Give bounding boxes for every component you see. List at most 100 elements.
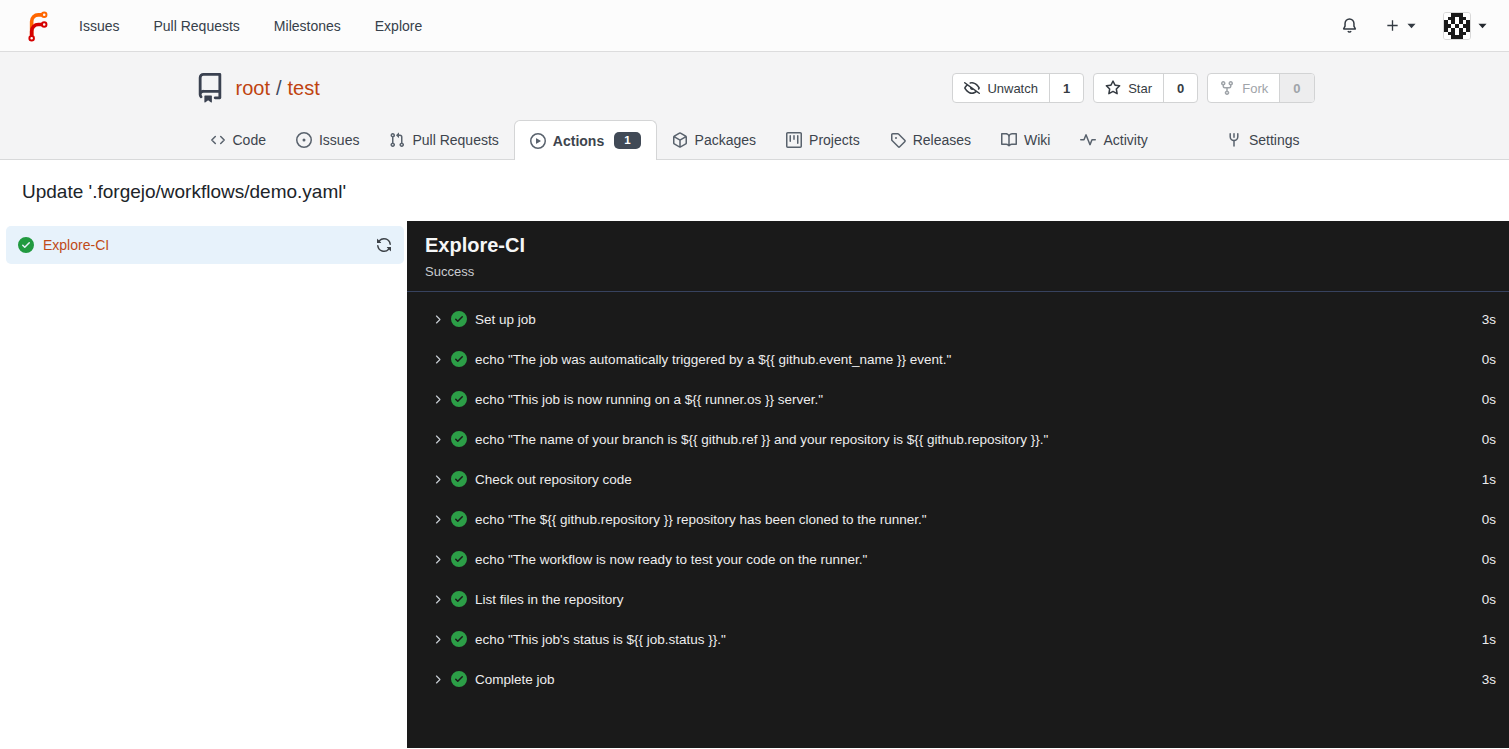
job-log-header: Explore-CI Success	[407, 221, 1509, 292]
job-item-explore-ci[interactable]: Explore-CI	[6, 226, 404, 264]
step-row[interactable]: Set up job 3s	[407, 299, 1509, 339]
step-duration: 1s	[1482, 632, 1496, 647]
step-name: echo "The job was automatically triggere…	[475, 352, 951, 367]
step-duration: 0s	[1482, 352, 1496, 367]
step-success-icon	[451, 631, 467, 647]
nav-milestones[interactable]: Milestones	[257, 18, 358, 34]
step-row[interactable]: Check out repository code 1s	[407, 459, 1509, 499]
step-duration: 0s	[1482, 432, 1496, 447]
top-navbar: Issues Pull Requests Milestones Explore	[0, 0, 1509, 52]
repo-name-link[interactable]: test	[288, 77, 320, 99]
avatar	[1443, 12, 1471, 40]
code-icon	[210, 132, 226, 148]
step-row[interactable]: echo "The job was automatically triggere…	[407, 339, 1509, 379]
repo-action-buttons: Unwatch 1 Star 0 Fork 0	[952, 73, 1314, 103]
step-name: Complete job	[475, 672, 555, 687]
plus-icon	[1385, 18, 1400, 33]
step-success-icon	[451, 671, 467, 687]
issue-opened-icon	[296, 132, 312, 148]
fork-icon	[1219, 80, 1235, 96]
project-icon	[786, 132, 802, 148]
tab-pull-requests[interactable]: Pull Requests	[374, 120, 513, 159]
step-row[interactable]: List files in the repository 0s	[407, 579, 1509, 619]
forgejo-logo-icon[interactable]	[22, 10, 54, 42]
star-button[interactable]: Star 0	[1093, 73, 1198, 103]
step-duration: 0s	[1482, 512, 1496, 527]
repo-breadcrumb: root / test	[236, 77, 320, 100]
nav-issues[interactable]: Issues	[62, 18, 136, 34]
tab-activity[interactable]: Activity	[1065, 120, 1162, 159]
chevron-right-icon[interactable]	[431, 513, 445, 526]
star-count: 0	[1163, 74, 1197, 102]
tab-actions[interactable]: Actions 1	[514, 120, 657, 160]
step-name: Check out repository code	[475, 472, 632, 487]
step-success-icon	[451, 511, 467, 527]
step-duration: 0s	[1482, 592, 1496, 607]
job-log-title: Explore-CI	[425, 234, 1491, 257]
step-duration: 3s	[1482, 312, 1496, 327]
user-menu[interactable]	[1443, 12, 1487, 40]
package-icon	[672, 132, 688, 148]
step-duration: 0s	[1482, 552, 1496, 567]
rerun-job-icon[interactable]	[376, 237, 392, 253]
tab-projects[interactable]: Projects	[771, 120, 875, 159]
nav-links: Issues Pull Requests Milestones Explore	[62, 18, 439, 34]
chevron-right-icon[interactable]	[431, 433, 445, 446]
step-row[interactable]: echo "This job is now running on a ${{ r…	[407, 379, 1509, 419]
tab-wiki[interactable]: Wiki	[986, 120, 1065, 159]
chevron-right-icon[interactable]	[431, 473, 445, 486]
tab-packages[interactable]: Packages	[657, 120, 771, 159]
step-duration: 3s	[1482, 672, 1496, 687]
tab-releases[interactable]: Releases	[875, 120, 986, 159]
chevron-right-icon[interactable]	[431, 393, 445, 406]
step-name: echo "This job is now running on a ${{ r…	[475, 392, 823, 407]
step-row[interactable]: echo "The name of your branch is ${{ git…	[407, 419, 1509, 459]
step-name: echo "The ${{ github.repository }} repos…	[475, 512, 927, 527]
chevron-right-icon[interactable]	[431, 633, 445, 646]
job-name: Explore-CI	[43, 237, 109, 253]
unwatch-button[interactable]: Unwatch 1	[952, 73, 1084, 103]
nav-pull-requests[interactable]: Pull Requests	[136, 18, 256, 34]
fork-button: Fork 0	[1207, 73, 1314, 103]
nav-explore[interactable]: Explore	[358, 18, 439, 34]
main-content: Update '.forgejo/workflows/demo.yaml' Ex…	[0, 179, 1509, 748]
chevron-right-icon[interactable]	[431, 353, 445, 366]
tab-code[interactable]: Code	[195, 120, 281, 159]
step-duration: 0s	[1482, 392, 1496, 407]
create-new-button[interactable]	[1385, 18, 1416, 33]
star-icon	[1105, 80, 1121, 96]
step-success-icon	[451, 591, 467, 607]
watch-count: 1	[1049, 74, 1083, 102]
step-row[interactable]: echo "The ${{ github.repository }} repos…	[407, 499, 1509, 539]
step-success-icon	[451, 471, 467, 487]
tab-issues[interactable]: Issues	[281, 120, 374, 159]
repo-tabs: Code Issues Pull Requests Actions 1 Pack…	[195, 119, 1315, 159]
step-row[interactable]: echo "This job's status is ${{ job.statu…	[407, 619, 1509, 659]
git-pull-request-icon	[389, 132, 405, 148]
notifications-bell-icon[interactable]	[1341, 17, 1358, 34]
chevron-right-icon[interactable]	[431, 593, 445, 606]
book-icon	[1001, 132, 1017, 148]
step-success-icon	[451, 391, 467, 407]
actions-count-badge: 1	[614, 132, 640, 150]
breadcrumb-separator: /	[276, 77, 282, 99]
commit-title: Update '.forgejo/workflows/demo.yaml'	[22, 179, 1487, 205]
step-list: Set up job 3s echo "The job was automati…	[407, 292, 1509, 699]
chevron-right-icon[interactable]	[431, 313, 445, 326]
settings-tools-icon	[1226, 132, 1242, 148]
step-name: List files in the repository	[475, 592, 624, 607]
repo-owner-link[interactable]: root	[236, 77, 270, 99]
tab-settings[interactable]: Settings	[1211, 120, 1315, 159]
step-name: echo "The name of your branch is ${{ git…	[475, 432, 1048, 447]
step-row[interactable]: Complete job 3s	[407, 659, 1509, 699]
chevron-right-icon[interactable]	[431, 553, 445, 566]
step-row[interactable]: echo "The workflow is now ready to test …	[407, 539, 1509, 579]
job-log-panel: Explore-CI Success Set up job 3s echo "T…	[407, 221, 1509, 748]
chevron-down-icon	[1407, 23, 1416, 29]
job-log-status: Success	[425, 264, 1491, 279]
step-success-icon	[451, 551, 467, 567]
eye-closed-icon	[964, 80, 980, 96]
step-success-icon	[451, 351, 467, 367]
play-circle-icon	[530, 133, 546, 149]
chevron-right-icon[interactable]	[431, 673, 445, 686]
